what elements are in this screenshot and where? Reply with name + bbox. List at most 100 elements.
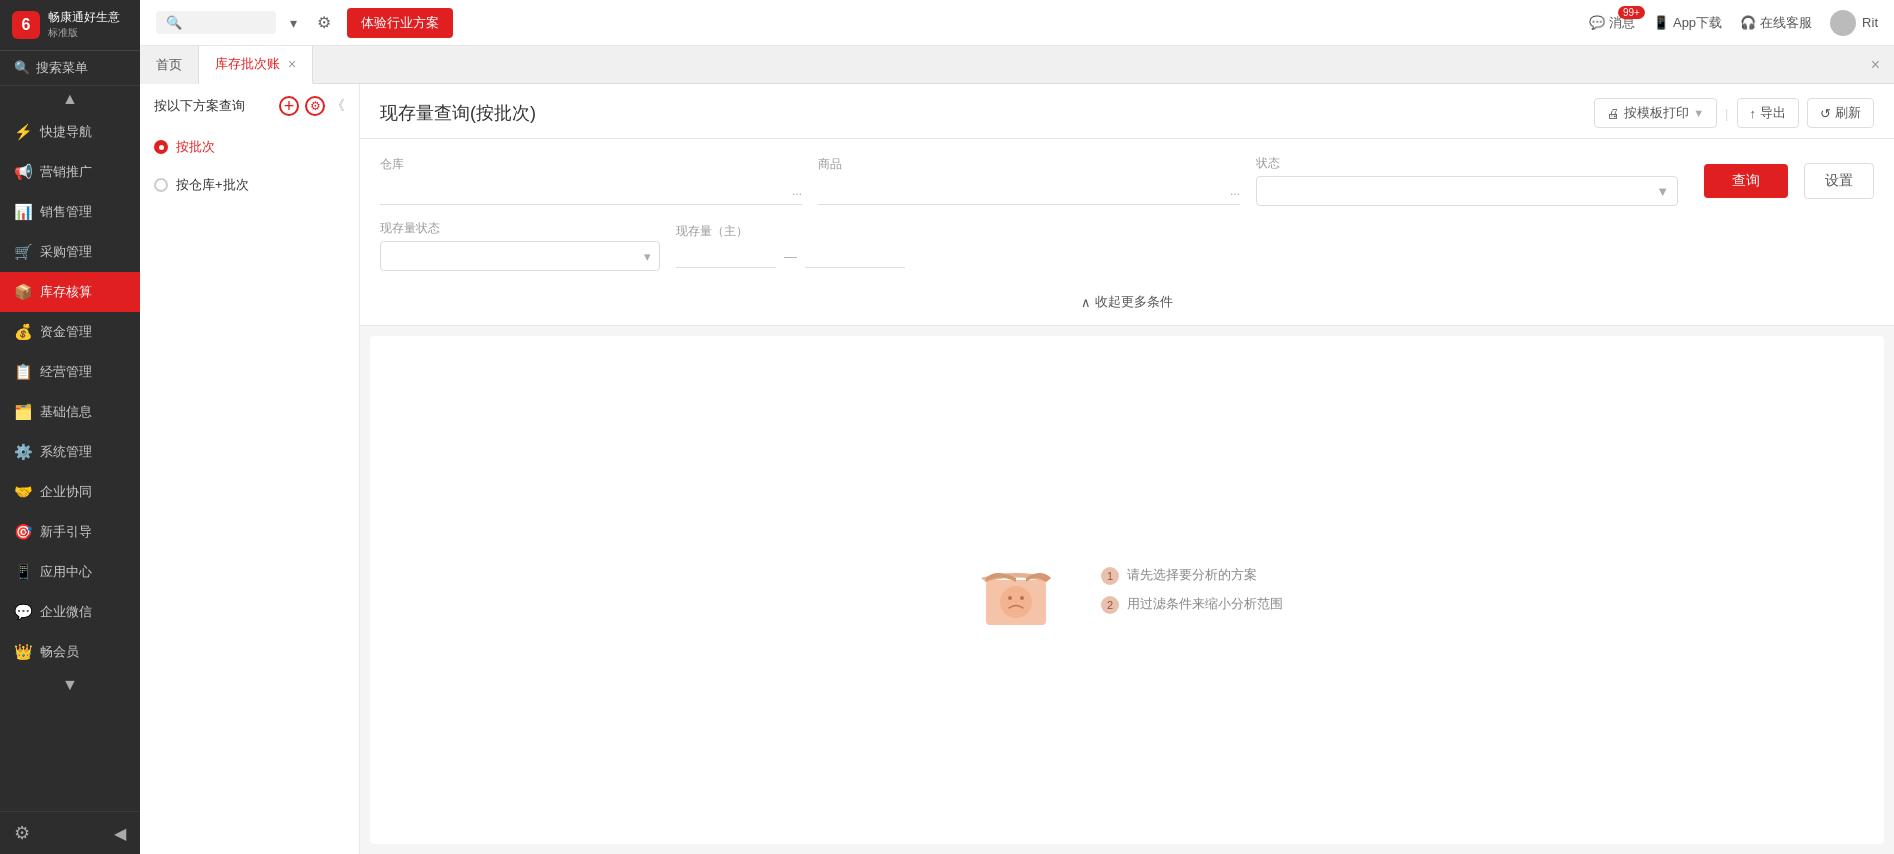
scroll-down-btn[interactable]: ▼: [0, 672, 140, 698]
left-panel-title: 按以下方案查询: [154, 97, 245, 115]
system-icon: ⚙️: [14, 443, 32, 461]
empty-text: 1 请先选择要分析的方案 2 用过滤条件来缩小分析范围: [1101, 566, 1283, 614]
quick-nav-icon: ⚡: [14, 123, 32, 141]
sidebar-logo: 6 畅康通好生意 标准版: [0, 0, 140, 51]
add-scheme-btn[interactable]: +: [279, 96, 299, 116]
sidebar-item-newbie[interactable]: 🎯 新手引导: [0, 512, 140, 552]
empty-step-2-label: 用过滤条件来缩小分析范围: [1127, 595, 1283, 613]
customer-service-icon: 🎧: [1740, 15, 1756, 30]
sidebar-settings-btn[interactable]: ⚙: [14, 822, 30, 844]
inventory-qty-filter: 现存量（主） —: [676, 223, 976, 268]
sidebar-item-label: 销售管理: [40, 203, 92, 221]
sidebar-item-label: 企业协同: [40, 483, 92, 501]
sidebar-item-apps[interactable]: 📱 应用中心: [0, 552, 140, 592]
sales-icon: 📊: [14, 203, 32, 221]
sidebar-item-member[interactable]: 👑 畅会员: [0, 632, 140, 672]
filter-row-2: 现存量状态 ▾ 现存量（主） —: [380, 220, 1874, 271]
messages-badge: 99+: [1618, 6, 1645, 19]
sidebar-item-basics[interactable]: 🗂️ 基础信息: [0, 392, 140, 432]
app-download-btn[interactable]: 📱 App下载: [1653, 14, 1722, 32]
topbar-right: 💬 消息 99+ 📱 App下载 🎧 在线客服 Rit: [1589, 10, 1878, 36]
print-btn[interactable]: 🖨 按模板打印 ▼: [1594, 98, 1717, 128]
sidebar-item-label: 应用中心: [40, 563, 92, 581]
sidebar-footer: ⚙ ◀: [0, 811, 140, 854]
app-download-icon: 📱: [1653, 15, 1669, 30]
left-panel-list: 按批次 按仓库+批次: [140, 124, 359, 208]
topbar-trial-btn[interactable]: 体验行业方案: [347, 8, 453, 38]
page-content: 按以下方案查询 + ⚙ 《 按批次 按仓库+批次: [140, 84, 1894, 854]
left-panel-item-batch[interactable]: 按批次: [140, 128, 359, 166]
apps-icon: 📱: [14, 563, 32, 581]
step-badge-1: 1: [1101, 567, 1119, 585]
sidebar-item-sales[interactable]: 📊 销售管理: [0, 192, 140, 232]
app-version: 标准版: [48, 26, 120, 40]
left-panel-header: 按以下方案查询 + ⚙ 《: [140, 84, 359, 124]
scroll-up-btn[interactable]: ▲: [0, 86, 140, 112]
sidebar-item-inventory[interactable]: 📦 库存核算: [0, 272, 140, 312]
tab-close-right-btn[interactable]: ×: [1857, 56, 1894, 74]
product-label: 商品: [818, 156, 1240, 173]
sidebar-item-quick-nav[interactable]: ⚡ 快捷导航: [0, 112, 140, 152]
query-btn[interactable]: 查询: [1704, 164, 1788, 198]
sidebar-item-label: 新手引导: [40, 523, 92, 541]
wechat-icon: 💬: [14, 603, 32, 621]
sidebar-search[interactable]: 🔍 搜索菜单: [0, 51, 140, 86]
warehouse-label: 仓库: [380, 156, 802, 173]
sidebar-item-label: 畅会员: [40, 643, 79, 661]
refresh-icon: ↺: [1820, 106, 1831, 121]
tab-close-btn[interactable]: ×: [288, 56, 296, 72]
product-input[interactable]: ...: [818, 177, 1240, 205]
sidebar-item-finance[interactable]: 💰 资金管理: [0, 312, 140, 352]
sidebar-item-label: 基础信息: [40, 403, 92, 421]
sidebar-item-marketing[interactable]: 📢 营销推广: [0, 152, 140, 192]
scheme-settings-btn[interactable]: ⚙: [305, 96, 325, 116]
product-dots: ...: [1230, 184, 1240, 198]
messages-icon: 💬: [1589, 15, 1605, 30]
topbar-dropdown-btn[interactable]: ▾: [286, 13, 301, 33]
page-header: 现存量查询(按批次) 🖨 按模板打印 ▼ | ↑ 导出 ↺ 刷新: [360, 84, 1894, 139]
sidebar-item-operations[interactable]: 📋 经营管理: [0, 352, 140, 392]
topbar-search-box[interactable]: 🔍: [156, 11, 276, 34]
sidebar-item-enterprise[interactable]: 🤝 企业协同: [0, 472, 140, 512]
empty-illustration: [971, 540, 1071, 640]
tab-inventory-batch[interactable]: 库存批次账 ×: [199, 46, 313, 84]
inventory-qty-min-input[interactable]: [676, 244, 776, 268]
print-dropdown-icon: ▼: [1693, 107, 1704, 119]
tab-inventory-batch-label: 库存批次账: [215, 55, 280, 73]
export-btn[interactable]: ↑ 导出: [1737, 98, 1800, 128]
customer-service-btn[interactable]: 🎧 在线客服: [1740, 14, 1812, 32]
empty-state: 1 请先选择要分析的方案 2 用过滤条件来缩小分析范围: [370, 336, 1884, 844]
collapse-icon: ∧: [1081, 295, 1091, 310]
left-panel-collapse-btn[interactable]: 《: [331, 97, 345, 115]
sidebar-collapse-btn[interactable]: ◀: [114, 824, 126, 843]
sidebar-item-system[interactable]: ⚙️ 系统管理: [0, 432, 140, 472]
collapse-more-btn[interactable]: ∧ 收起更多条件: [380, 285, 1874, 315]
empty-step-1: 1 请先选择要分析的方案: [1101, 566, 1283, 585]
inventory-qty-max-input[interactable]: [805, 244, 905, 268]
warehouse-filter: 仓库 ...: [380, 156, 802, 205]
refresh-btn[interactable]: ↺ 刷新: [1807, 98, 1874, 128]
user-profile-btn[interactable]: Rit: [1830, 10, 1878, 36]
topbar-gear-btn[interactable]: ⚙: [311, 11, 337, 34]
page-title: 现存量查询(按批次): [380, 101, 536, 125]
sidebar-item-label: 资金管理: [40, 323, 92, 341]
warehouse-input[interactable]: ...: [380, 177, 802, 205]
inventory-status-select[interactable]: ▾: [380, 241, 660, 271]
sidebar-item-wechat[interactable]: 💬 企业微信: [0, 592, 140, 632]
inventory-qty-dash: —: [784, 249, 797, 264]
sidebar-item-purchase[interactable]: 🛒 采购管理: [0, 232, 140, 272]
sidebar-nav: ▲ ⚡ 快捷导航 📢 营销推广 📊 销售管理 🛒 采购管理 📦 库存核算 💰 资…: [0, 86, 140, 811]
sidebar-item-label: 库存核算: [40, 283, 92, 301]
enterprise-icon: 🤝: [14, 483, 32, 501]
purchase-icon: 🛒: [14, 243, 32, 261]
status-dropdown-icon: ▼: [1656, 184, 1669, 199]
tab-home[interactable]: 首页: [140, 46, 199, 84]
step-badge-2: 2: [1101, 596, 1119, 614]
topbar-search-icon: 🔍: [166, 15, 182, 30]
basics-icon: 🗂️: [14, 403, 32, 421]
messages-btn[interactable]: 💬 消息 99+: [1589, 14, 1635, 32]
left-panel-item-warehouse-batch[interactable]: 按仓库+批次: [140, 166, 359, 204]
settings-btn[interactable]: 设置: [1804, 163, 1874, 199]
newbie-icon: 🎯: [14, 523, 32, 541]
status-select[interactable]: ▼: [1256, 176, 1678, 206]
